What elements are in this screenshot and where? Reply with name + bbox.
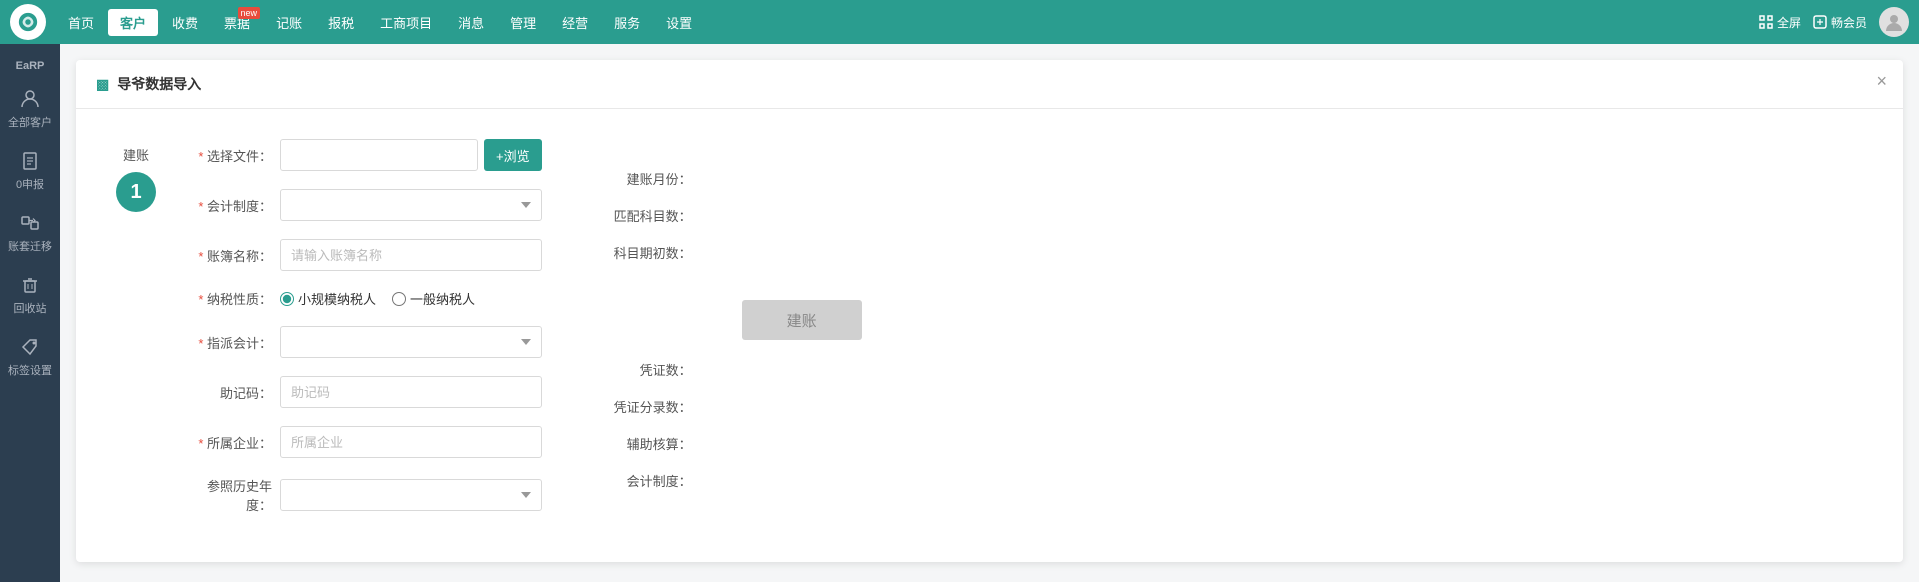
sidebar-item-tag-settings[interactable]: 标签设置 (0, 326, 60, 388)
sidebar-label: 全部客户 (8, 114, 52, 130)
sidebar-logo-text: EaRP (12, 54, 49, 78)
sidebar-item-recycle[interactable]: 回收站 (0, 264, 60, 326)
assign-accountant-label: 指派会计： (192, 333, 272, 352)
general-taxpayer-option[interactable]: 一般纳税人 (392, 289, 475, 308)
tag-icon (19, 336, 41, 358)
history-year-select[interactable] (280, 479, 542, 511)
main-layout: EaRP 全部客户 0申报 账套迁移 回收站 (0, 44, 1919, 582)
panel-header: ▩ 导爷数据导入 (76, 60, 1903, 109)
browse-button[interactable]: +浏览 (484, 139, 542, 171)
history-year-label: 参照历史年度： (192, 476, 272, 514)
step-indicator: 建账 1 (116, 139, 156, 212)
sidebar-item-zero-declare[interactable]: 0申报 (0, 140, 60, 202)
nav-items: 首页 客户 收费 票据 new 记账 报税 工商项目 消息 管理 经营 服务 设… (56, 9, 1759, 36)
sidebar-item-account-migrate[interactable]: 账套迁移 (0, 202, 60, 264)
subject-init-label: 科目期初数： (602, 243, 692, 262)
sidebar: EaRP 全部客户 0申报 账套迁移 回收站 (0, 44, 60, 582)
history-year-row: 参照历史年度： (192, 476, 542, 514)
voucher-count-row: 凭证数： (602, 360, 1002, 379)
memo-code-label: 助记码： (192, 383, 272, 402)
tax-nature-label: 纳税性质： (192, 289, 272, 308)
build-account-button[interactable]: 建账 (742, 300, 862, 340)
voucher-count-label: 凭证数： (602, 360, 692, 379)
voucher-records-label: 凭证分录数： (602, 397, 692, 416)
nav-item-service[interactable]: 服务 (602, 9, 652, 36)
panel-title: 导爷数据导入 (117, 74, 201, 94)
file-icon (19, 150, 41, 172)
belong-company-input[interactable] (280, 426, 542, 458)
form-area: 建账 1 选择文件： +浏览 (76, 109, 1903, 562)
sidebar-label: 0申报 (16, 176, 44, 192)
transfer-icon (19, 212, 41, 234)
tax-radio-group: 小规模纳税人 一般纳税人 (280, 289, 475, 308)
belong-company-row: 所属企业： (192, 426, 542, 458)
app-logo[interactable] (10, 4, 46, 40)
fullscreen-button[interactable]: 全屏 (1759, 14, 1801, 31)
file-input-wrap: +浏览 (280, 139, 542, 171)
nav-item-fee[interactable]: 收费 (160, 9, 210, 36)
nav-item-invoice[interactable]: 票据 new (212, 9, 262, 36)
subject-init-row: 科目期初数： (602, 243, 1002, 262)
sidebar-label: 账套迁移 (8, 238, 52, 254)
small-taxpayer-radio[interactable] (280, 292, 294, 306)
assign-accountant-select[interactable] (280, 326, 542, 358)
aux-calc-row: 辅助核算： (602, 434, 1002, 453)
build-month-label: 建账月份： (602, 169, 692, 188)
build-button-row: 建账 (602, 280, 1002, 340)
small-taxpayer-option[interactable]: 小规模纳税人 (280, 289, 376, 308)
nav-right: 全屏 畅会员 (1759, 7, 1909, 37)
belong-company-label: 所属企业： (192, 433, 272, 452)
import-icon: ▩ (96, 76, 109, 93)
new-badge: new (238, 7, 261, 19)
nav-item-message[interactable]: 消息 (446, 9, 496, 36)
file-row: 选择文件： +浏览 (192, 139, 542, 171)
general-taxpayer-label: 一般纳税人 (410, 289, 475, 308)
account-name-input[interactable] (280, 239, 542, 271)
close-button[interactable]: × (1876, 72, 1887, 90)
trash-icon (19, 274, 41, 296)
file-label: 选择文件： (192, 146, 272, 165)
tax-nature-row: 纳税性质： 小规模纳税人 一般纳税人 (192, 289, 542, 308)
build-month-row: 建账月份： (602, 169, 1002, 188)
content-area: ▩ 导爷数据导入 × 建账 1 选择文件： (60, 44, 1919, 582)
account-system-label: 会计制度： (192, 196, 272, 215)
right-account-system-label: 会计制度： (602, 471, 692, 490)
match-subject-label: 匹配科目数： (602, 206, 692, 225)
assign-accountant-row: 指派会计： (192, 326, 542, 358)
match-subject-row: 匹配科目数： (602, 206, 1002, 225)
form-left: 选择文件： +浏览 会计制度： (192, 139, 542, 532)
account-system-select[interactable] (280, 189, 542, 221)
nav-item-home[interactable]: 首页 (56, 9, 106, 36)
step-circle: 1 (116, 172, 156, 212)
top-nav: 首页 客户 收费 票据 new 记账 报税 工商项目 消息 管理 经营 服务 设… (0, 0, 1919, 44)
account-name-row: 账簿名称： (192, 239, 542, 271)
import-panel: ▩ 导爷数据导入 × 建账 1 选择文件： (76, 60, 1903, 562)
form-right: 建账月份： 匹配科目数： 科目期初数： 建账 (602, 139, 1002, 532)
voucher-records-row: 凭证分录数： (602, 397, 1002, 416)
nav-item-customer[interactable]: 客户 (108, 9, 158, 36)
right-account-system-row: 会计制度： (602, 471, 1002, 490)
step-label: 建账 (123, 145, 149, 164)
nav-item-settings[interactable]: 设置 (654, 9, 704, 36)
account-system-row: 会计制度： (192, 189, 542, 221)
file-input[interactable] (280, 139, 478, 171)
avatar[interactable] (1879, 7, 1909, 37)
sidebar-label: 回收站 (14, 300, 47, 316)
memo-code-input[interactable] (280, 376, 542, 408)
member-button[interactable]: 畅会员 (1813, 14, 1867, 31)
person-icon (19, 88, 41, 110)
nav-item-bookkeeping[interactable]: 记账 (264, 9, 314, 36)
memo-code-row: 助记码： (192, 376, 542, 408)
nav-item-business[interactable]: 工商项目 (368, 9, 444, 36)
account-name-label: 账簿名称： (192, 246, 272, 265)
nav-item-manage[interactable]: 管理 (498, 9, 548, 36)
aux-calc-label: 辅助核算： (602, 434, 692, 453)
small-taxpayer-label: 小规模纳税人 (298, 289, 376, 308)
nav-item-tax[interactable]: 报税 (316, 9, 366, 36)
sidebar-label: 标签设置 (8, 362, 52, 378)
general-taxpayer-radio[interactable] (392, 292, 406, 306)
sidebar-item-all-customers[interactable]: 全部客户 (0, 78, 60, 140)
nav-item-operation[interactable]: 经营 (550, 9, 600, 36)
